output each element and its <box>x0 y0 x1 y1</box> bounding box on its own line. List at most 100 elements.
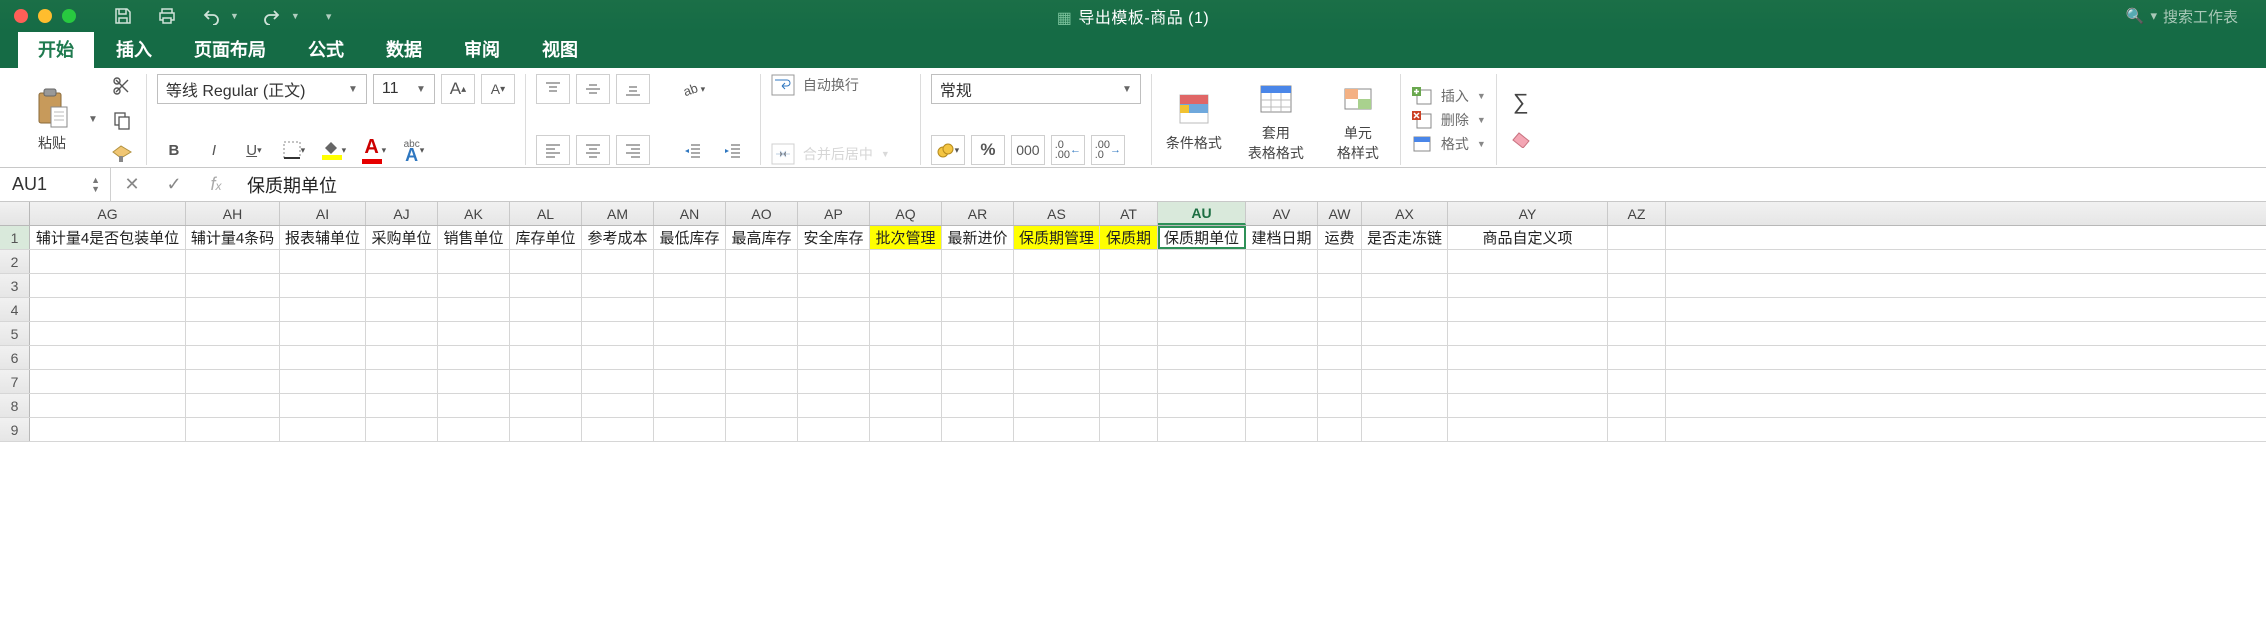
cell-AW1[interactable]: 运费 <box>1318 226 1362 249</box>
cell-AG7[interactable] <box>30 370 186 393</box>
cell-AY9[interactable] <box>1448 418 1608 441</box>
bold-button[interactable]: B <box>157 135 191 165</box>
column-header-AW[interactable]: AW <box>1318 202 1362 225</box>
cell-AO1[interactable]: 最高库存 <box>726 226 798 249</box>
cell-AN3[interactable] <box>654 274 726 297</box>
cell-AT6[interactable] <box>1100 346 1158 369</box>
currency-icon[interactable]: ▾ <box>931 135 965 165</box>
cell-AM1[interactable]: 参考成本 <box>582 226 654 249</box>
cell-AV2[interactable] <box>1246 250 1318 273</box>
cell-AL2[interactable] <box>510 250 582 273</box>
cell-AU5[interactable] <box>1158 322 1246 345</box>
cell-AN6[interactable] <box>654 346 726 369</box>
cell-AS6[interactable] <box>1014 346 1100 369</box>
column-header-AG[interactable]: AG <box>30 202 186 225</box>
cell-AQ8[interactable] <box>870 394 942 417</box>
cell-AL1[interactable]: 库存单位 <box>510 226 582 249</box>
cell-AL5[interactable] <box>510 322 582 345</box>
cell-AR1[interactable]: 最新进价 <box>942 226 1014 249</box>
phonetic-button[interactable]: abcA▾ <box>397 135 431 165</box>
cancel-formula-icon[interactable]: ✕ <box>111 174 153 195</box>
cell-AH2[interactable] <box>186 250 280 273</box>
cell-AR4[interactable] <box>942 298 1014 321</box>
cell-AN8[interactable] <box>654 394 726 417</box>
cell-AR8[interactable] <box>942 394 1014 417</box>
cell-AK4[interactable] <box>438 298 510 321</box>
border-button[interactable]: ▾ <box>277 135 311 165</box>
cell-AW5[interactable] <box>1318 322 1362 345</box>
cell-AY1[interactable]: 商品自定义项 <box>1448 226 1608 249</box>
cell-AI7[interactable] <box>280 370 366 393</box>
cell-AZ5[interactable] <box>1608 322 1666 345</box>
orientation-icon[interactable]: ab▾ <box>676 74 710 104</box>
cell-AK1[interactable]: 销售单位 <box>438 226 510 249</box>
column-header-AO[interactable]: AO <box>726 202 798 225</box>
copy-icon[interactable] <box>108 106 136 134</box>
cell-AI3[interactable] <box>280 274 366 297</box>
cell-AH9[interactable] <box>186 418 280 441</box>
cell-AG6[interactable] <box>30 346 186 369</box>
align-top-icon[interactable] <box>536 74 570 104</box>
cell-AX3[interactable] <box>1362 274 1448 297</box>
tab-页面布局[interactable]: 页面布局 <box>174 29 286 68</box>
cell-AZ6[interactable] <box>1608 346 1666 369</box>
cell-AG1[interactable]: 辅计量4是否包装单位 <box>30 226 186 249</box>
cell-AM4[interactable] <box>582 298 654 321</box>
cell-AP6[interactable] <box>798 346 870 369</box>
column-header-AL[interactable]: AL <box>510 202 582 225</box>
column-header-AY[interactable]: AY <box>1448 202 1608 225</box>
cell-AY2[interactable] <box>1448 250 1608 273</box>
cell-AI5[interactable] <box>280 322 366 345</box>
cell-AP8[interactable] <box>798 394 870 417</box>
tab-审阅[interactable]: 审阅 <box>444 29 520 68</box>
cell-AS3[interactable] <box>1014 274 1100 297</box>
cell-AZ9[interactable] <box>1608 418 1666 441</box>
print-icon[interactable] <box>156 5 178 27</box>
name-box[interactable]: AU1 ▲▼ <box>0 168 110 201</box>
cell-AJ7[interactable] <box>366 370 438 393</box>
row-header-3[interactable]: 3 <box>0 274 30 297</box>
formula-input[interactable]: 保质期单位 <box>237 172 337 198</box>
cell-AK3[interactable] <box>438 274 510 297</box>
cell-AP4[interactable] <box>798 298 870 321</box>
cell-AO8[interactable] <box>726 394 798 417</box>
cell-AZ7[interactable] <box>1608 370 1666 393</box>
merge-center-button[interactable]: 合并后居中 ▼ <box>771 143 910 165</box>
save-icon[interactable] <box>112 5 134 27</box>
align-left-icon[interactable] <box>536 135 570 165</box>
cell-AY7[interactable] <box>1448 370 1608 393</box>
cell-AO5[interactable] <box>726 322 798 345</box>
cell-AN1[interactable]: 最低库存 <box>654 226 726 249</box>
tab-视图[interactable]: 视图 <box>522 29 598 68</box>
cell-AX8[interactable] <box>1362 394 1448 417</box>
align-center-icon[interactable] <box>576 135 610 165</box>
enter-formula-icon[interactable]: ✓ <box>153 174 195 195</box>
row-header-9[interactable]: 9 <box>0 418 30 441</box>
cell-AP1[interactable]: 安全库存 <box>798 226 870 249</box>
cell-AZ2[interactable] <box>1608 250 1666 273</box>
underline-button[interactable]: U▾ <box>237 135 271 165</box>
cell-AV7[interactable] <box>1246 370 1318 393</box>
column-header-AN[interactable]: AN <box>654 202 726 225</box>
cell-AI4[interactable] <box>280 298 366 321</box>
namebox-stepper[interactable]: ▲▼ <box>91 176 100 194</box>
column-header-AH[interactable]: AH <box>186 202 280 225</box>
column-header-AI[interactable]: AI <box>280 202 366 225</box>
row-header-5[interactable]: 5 <box>0 322 30 345</box>
fx-icon[interactable]: fx <box>195 174 237 195</box>
cell-AU9[interactable] <box>1158 418 1246 441</box>
cell-AP9[interactable] <box>798 418 870 441</box>
clear-icon[interactable] <box>1507 124 1535 152</box>
cell-AW9[interactable] <box>1318 418 1362 441</box>
cell-AO2[interactable] <box>726 250 798 273</box>
align-right-icon[interactable] <box>616 135 650 165</box>
column-header-AP[interactable]: AP <box>798 202 870 225</box>
cell-AJ4[interactable] <box>366 298 438 321</box>
cell-AG9[interactable] <box>30 418 186 441</box>
cell-AN9[interactable] <box>654 418 726 441</box>
cell-AW4[interactable] <box>1318 298 1362 321</box>
cell-AM2[interactable] <box>582 250 654 273</box>
cell-AM3[interactable] <box>582 274 654 297</box>
column-header-AM[interactable]: AM <box>582 202 654 225</box>
cell-AT4[interactable] <box>1100 298 1158 321</box>
